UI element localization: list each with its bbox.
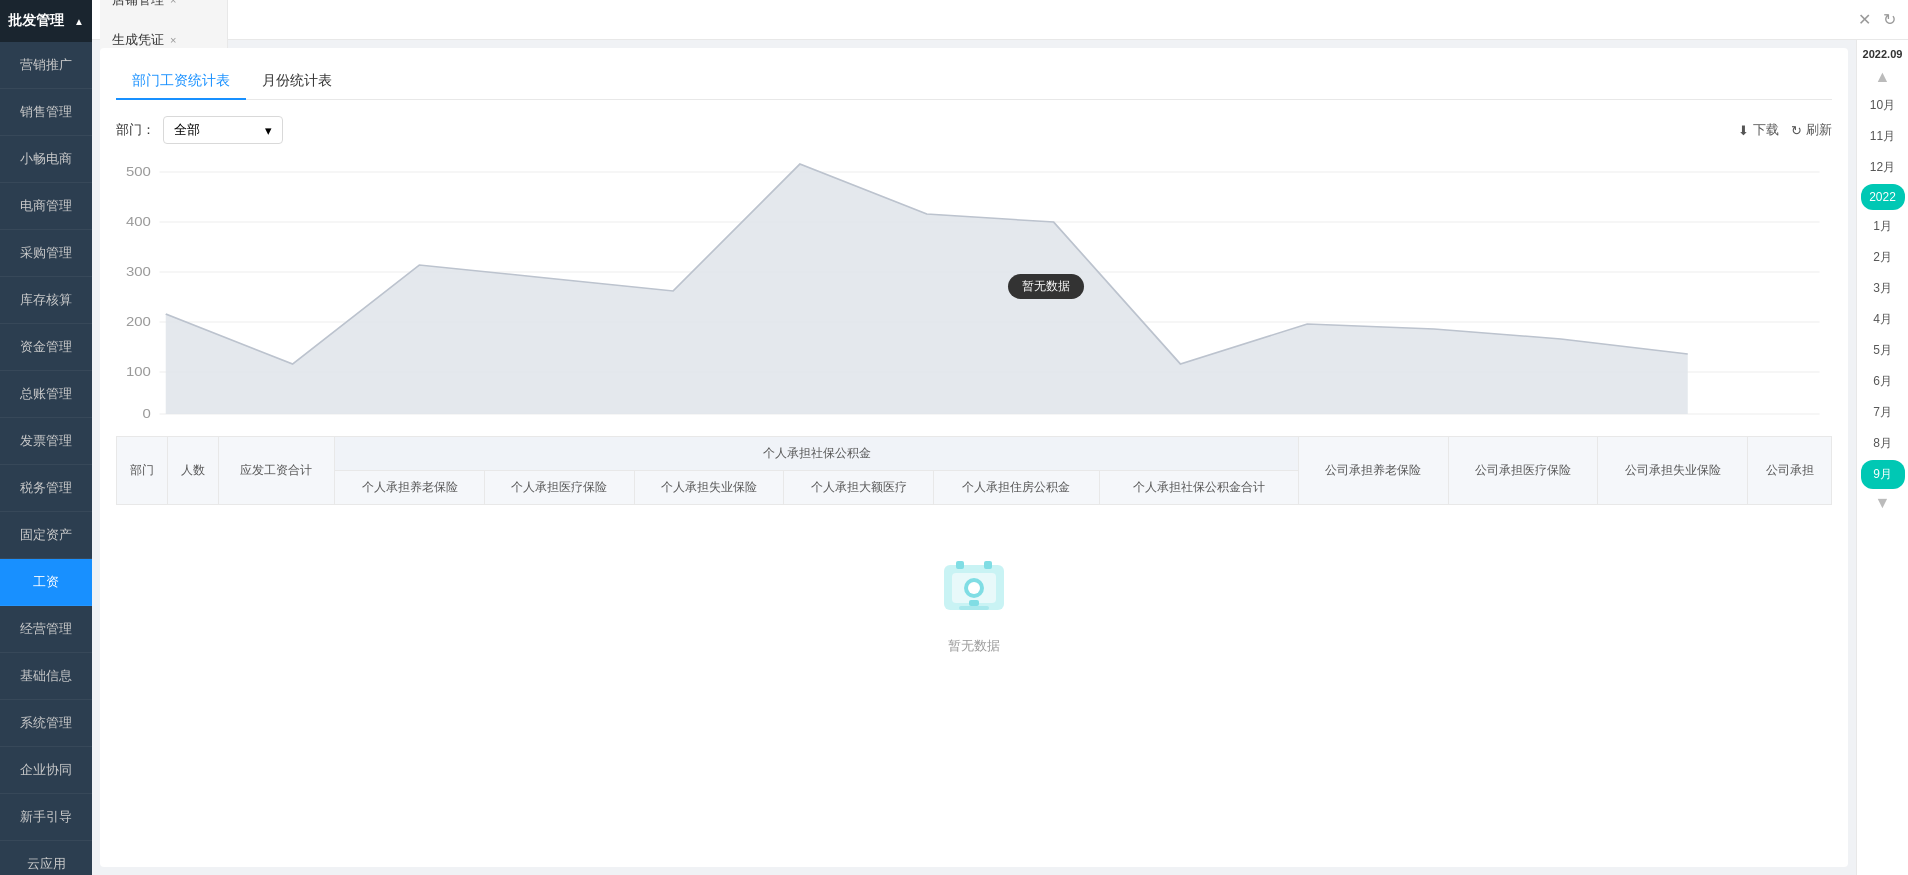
empty-text: 暂无数据 [948, 637, 1000, 655]
th-personal-housing: 个人承担住房公积金 [933, 471, 1099, 505]
download-button[interactable]: ⬇ 下载 [1738, 121, 1779, 139]
sidebar-items-list: 营销推广销售管理小畅电商电商管理采购管理库存核算资金管理总账管理发票管理税务管理… [0, 42, 92, 875]
date-nav-down[interactable]: ▼ [1871, 490, 1895, 516]
sidebar-item-云应用[interactable]: 云应用 [0, 841, 92, 875]
th-personal-pension: 个人承担养老保险 [335, 471, 485, 505]
tabs-bar: 首页门店商品目录×销售单×店铺管理×生成凭证×应收应付调整单×工资表×工资统计报… [92, 0, 1908, 40]
tabs-actions: ✕ ↻ [1854, 6, 1900, 33]
sidebar-top-menu[interactable]: 批发管理 ▲ [0, 0, 92, 42]
sidebar-top-label: 批发管理 [8, 12, 64, 30]
empty-icon [934, 545, 1014, 625]
sidebar-arrow-icon: ▲ [74, 16, 84, 27]
sidebar-item-税务管理[interactable]: 税务管理 [0, 465, 92, 512]
date-item-jan[interactable]: 1月 [1861, 212, 1905, 241]
sidebar-item-经营管理[interactable]: 经营管理 [0, 606, 92, 653]
date-panel-current: 2022.09 [1861, 44, 1905, 64]
svg-text:100: 100 [126, 365, 151, 378]
sidebar-item-基础信息[interactable]: 基础信息 [0, 653, 92, 700]
date-item-aug[interactable]: 8月 [1861, 429, 1905, 458]
sidebar-item-企业协同[interactable]: 企业协同 [0, 747, 92, 794]
th-personal-unemploy: 个人承担失业保险 [634, 471, 784, 505]
svg-marker-12 [166, 164, 1688, 414]
sidebar-item-库存核算[interactable]: 库存核算 [0, 277, 92, 324]
date-nav-up[interactable]: ▲ [1871, 64, 1895, 90]
dept-select-value: 全部 [174, 121, 200, 139]
date-item-oct[interactable]: 10月 [1861, 91, 1905, 120]
svg-text:400: 400 [126, 215, 151, 228]
sidebar-item-固定资产[interactable]: 固定资产 [0, 512, 92, 559]
sidebar-item-小畅电商[interactable]: 小畅电商 [0, 136, 92, 183]
svg-point-16 [968, 582, 980, 594]
svg-text:200: 200 [126, 315, 151, 328]
th-personal-major-medical: 个人承担大额医疗 [784, 471, 934, 505]
date-panel: 2022.09 ▲ 10月 11月 12月 2022 1月 2月 3月 4月 5… [1856, 40, 1908, 875]
svg-rect-17 [969, 600, 979, 606]
sidebar-item-系统管理[interactable]: 系统管理 [0, 700, 92, 747]
main-area: 首页门店商品目录×销售单×店铺管理×生成凭证×应收应付调整单×工资表×工资统计报… [92, 0, 1908, 875]
th-company-other: 公司承担 [1748, 437, 1832, 505]
th-group-personal: 个人承担社保公积金 [335, 437, 1299, 471]
svg-text:0: 0 [143, 407, 151, 420]
svg-rect-19 [956, 561, 964, 569]
table-scroll[interactable]: 部门 人数 应发工资合计 个人承担社保公积金 公司承担养老保险 公司承担医疗保险… [116, 436, 1832, 505]
th-company-pension: 公司承担养老保险 [1299, 437, 1449, 505]
sidebar-item-销售管理[interactable]: 销售管理 [0, 89, 92, 136]
sidebar-item-新手引导[interactable]: 新手引导 [0, 794, 92, 841]
sidebar-item-发票管理[interactable]: 发票管理 [0, 418, 92, 465]
date-item-jun[interactable]: 6月 [1861, 367, 1905, 396]
tab-close-icon[interactable]: × [170, 0, 176, 6]
download-label: 下载 [1753, 121, 1779, 139]
close-tab-icon[interactable]: ✕ [1854, 6, 1875, 33]
sidebar-item-营销推广[interactable]: 营销推广 [0, 42, 92, 89]
refresh-label: 刷新 [1806, 121, 1832, 139]
th-personal-total: 个人承担社保公积金合计 [1100, 471, 1299, 505]
th-headcount: 人数 [167, 437, 218, 505]
th-total-wage: 应发工资合计 [218, 437, 335, 505]
refresh-button[interactable]: ↻ 刷新 [1791, 121, 1832, 139]
date-item-sep[interactable]: 9月 [1861, 460, 1905, 489]
svg-rect-20 [984, 561, 992, 569]
refresh-icon: ↻ [1791, 123, 1802, 138]
data-table: 部门 人数 应发工资合计 个人承担社保公积金 公司承担养老保险 公司承担医疗保险… [116, 436, 1832, 505]
date-item-apr[interactable]: 4月 [1861, 305, 1905, 334]
sidebar-item-工资[interactable]: 工资 [0, 559, 92, 606]
dept-select[interactable]: 全部 ▾ [163, 116, 283, 144]
toolbar-left: 部门： 全部 ▾ [116, 116, 283, 144]
date-item-dec[interactable]: 12月 [1861, 153, 1905, 182]
date-item-may[interactable]: 5月 [1861, 336, 1905, 365]
sidebar-item-采购管理[interactable]: 采购管理 [0, 230, 92, 277]
sub-tab-dept[interactable]: 部门工资统计表 [116, 64, 246, 100]
date-item-mar[interactable]: 3月 [1861, 274, 1905, 303]
th-personal-medical: 个人承担医疗保险 [484, 471, 634, 505]
tab-店铺管理[interactable]: 店铺管理× [100, 0, 228, 20]
chevron-down-icon: ▾ [265, 123, 272, 138]
sidebar-item-电商管理[interactable]: 电商管理 [0, 183, 92, 230]
th-company-unemploy: 公司承担失业保险 [1598, 437, 1748, 505]
chart-container: 500 400 300 200 100 0 [116, 156, 1832, 436]
content-area: 部门工资统计表 月份统计表 部门： 全部 ▾ ⬇ 下载 [92, 40, 1908, 875]
sub-tabs: 部门工资统计表 月份统计表 [116, 64, 1832, 100]
svg-text:500: 500 [126, 165, 151, 178]
date-item-year-2022[interactable]: 2022 [1861, 184, 1905, 210]
toolbar-right: ⬇ 下载 ↻ 刷新 [1738, 121, 1832, 139]
date-item-feb[interactable]: 2月 [1861, 243, 1905, 272]
download-icon: ⬇ [1738, 123, 1749, 138]
refresh-tab-icon[interactable]: ↻ [1879, 6, 1900, 33]
toolbar: 部门： 全部 ▾ ⬇ 下载 ↻ 刷新 [116, 116, 1832, 144]
th-dept: 部门 [117, 437, 168, 505]
th-company-medical: 公司承担医疗保险 [1448, 437, 1598, 505]
svg-rect-18 [959, 606, 989, 610]
svg-text:300: 300 [126, 265, 151, 278]
sidebar-item-总账管理[interactable]: 总账管理 [0, 371, 92, 418]
sub-tab-month[interactable]: 月份统计表 [246, 64, 348, 100]
date-item-jul[interactable]: 7月 [1861, 398, 1905, 427]
empty-state: 暂无数据 [116, 505, 1832, 695]
page-content: 部门工资统计表 月份统计表 部门： 全部 ▾ ⬇ 下载 [100, 48, 1848, 867]
chart-svg: 500 400 300 200 100 0 [116, 156, 1832, 436]
dept-label: 部门： [116, 121, 155, 139]
sidebar: 批发管理 ▲ 营销推广销售管理小畅电商电商管理采购管理库存核算资金管理总账管理发… [0, 0, 92, 875]
sidebar-item-资金管理[interactable]: 资金管理 [0, 324, 92, 371]
date-item-nov[interactable]: 11月 [1861, 122, 1905, 151]
